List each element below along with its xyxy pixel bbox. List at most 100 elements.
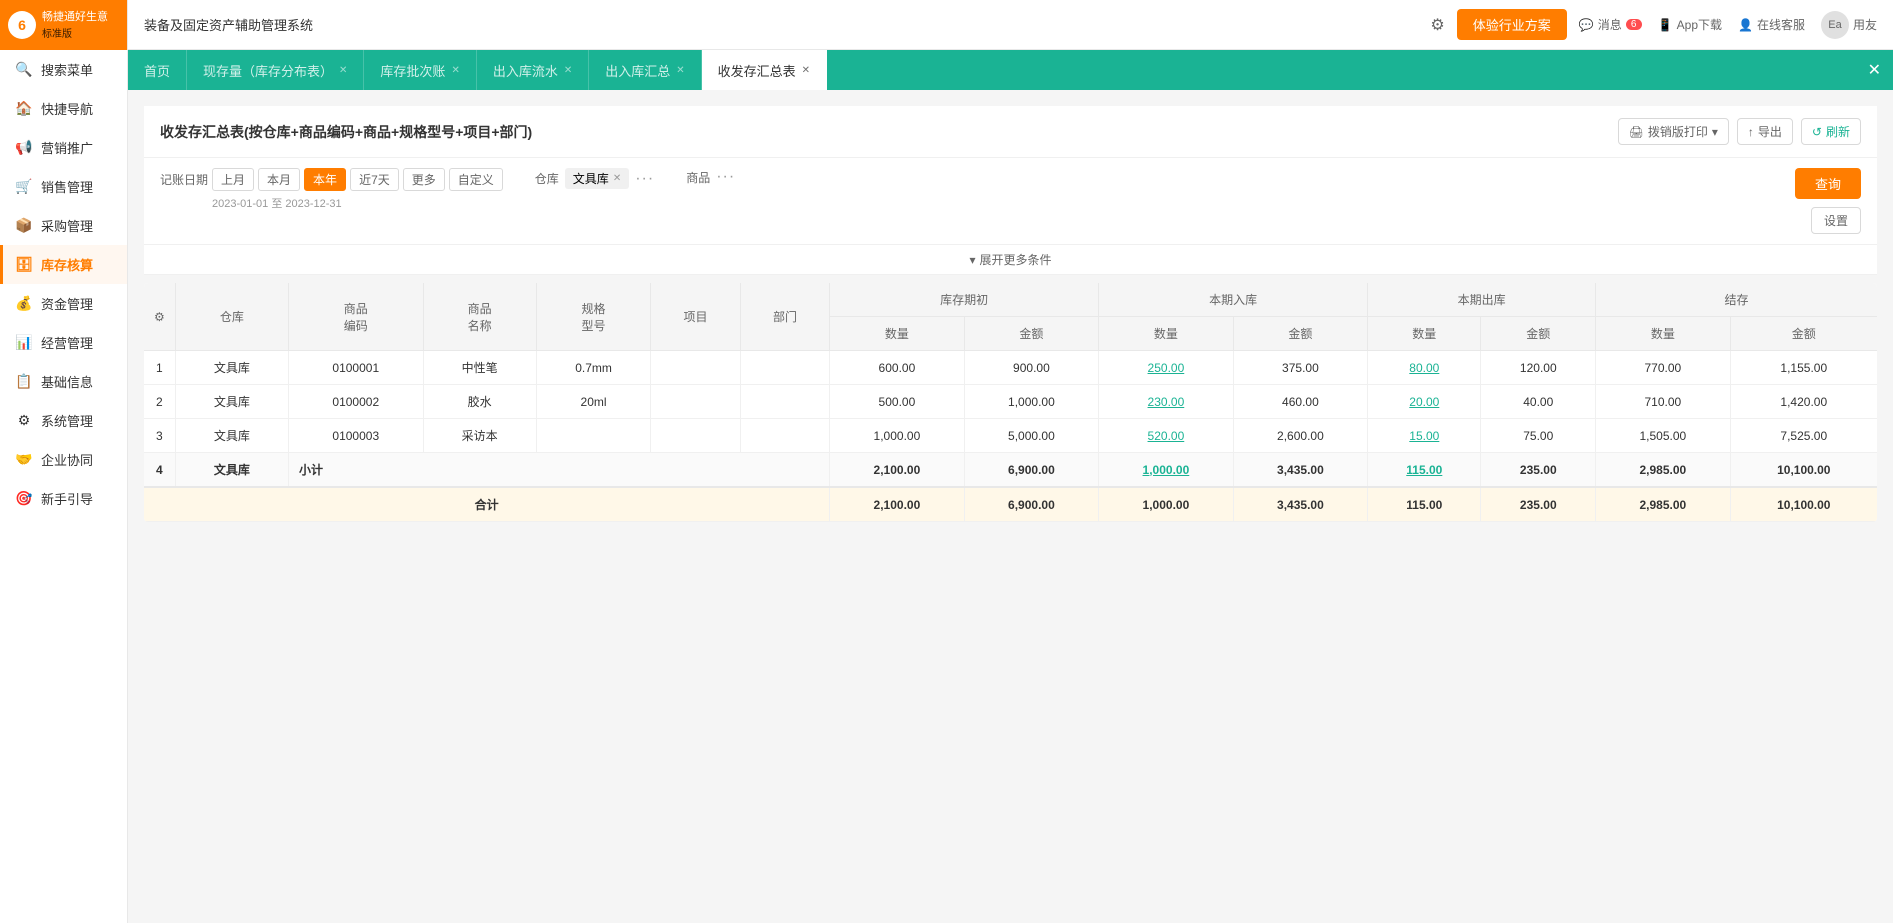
total-open-qty: 2,100.00 [830,487,965,522]
refresh-button[interactable]: ↺ 刷新 [1801,118,1861,145]
date-last-7[interactable]: 近7天 [350,168,399,191]
row-in-qty[interactable]: 250.00 [1099,351,1234,385]
set-button[interactable]: 设置 [1811,207,1861,234]
row-open-qty: 1,000.00 [830,419,965,453]
subtotal-row: 4 文具库 小计 2,100.00 6,900.00 1,000.00 3,43… [144,453,1877,488]
tab-stock-dist[interactable]: 现存量（库存分布表） ✕ [187,50,364,90]
row-goods-spec: 20ml [536,385,651,419]
warehouse-more[interactable]: ··· [635,170,654,188]
print-icon: 🖨 [1629,125,1644,139]
row-open-amt: 1,000.00 [964,385,1099,419]
sub-in-qty[interactable]: 1,000.00 [1099,453,1234,488]
sub-out-qty[interactable]: 115.00 [1368,453,1481,488]
warehouse-tag-remove[interactable]: ✕ [613,173,621,184]
date-more[interactable]: 更多 [403,168,445,191]
logo-sub: 标准版 [42,25,108,40]
tab-collect-send-close[interactable]: ✕ [802,65,810,76]
row-bal-amt: 7,525.00 [1730,419,1877,453]
sidebar-item-cooperation[interactable]: 🤝 企业协同 [0,440,127,479]
row-goods-name: 胶水 [423,385,536,419]
message-icon: 💬 [1579,18,1594,32]
sidebar-item-quick-nav[interactable]: 🏠 快捷导航 [0,89,127,128]
tab-batch-close[interactable]: ✕ [451,65,459,76]
row-out-qty[interactable]: 20.00 [1368,385,1481,419]
cooperation-icon: 🤝 [15,451,33,469]
col-goods-spec-header: 规格型号 [536,283,651,351]
phone-icon: 📱 [1658,18,1673,32]
row-goods-code: 0100003 [289,419,424,453]
col-settings-header[interactable]: ⚙ [144,283,175,351]
tab-in-out-sum[interactable]: 出入库汇总 ✕ [589,50,701,90]
tab-in-out-flow[interactable]: 出入库流水 ✕ [477,50,589,90]
date-this-year[interactable]: 本年 [304,168,346,191]
sidebar-item-sales[interactable]: 🛒 销售管理 [0,167,127,206]
marketing-icon: 📢 [15,139,33,157]
tab-collect-send[interactable]: 收发存汇总表 ✕ [702,50,827,90]
tab-in-out-sum-close[interactable]: ✕ [676,65,684,76]
row-out-amt: 75.00 [1481,419,1596,453]
sidebar-item-operations[interactable]: 📊 经营管理 [0,323,127,362]
row-out-qty[interactable]: 15.00 [1368,419,1481,453]
header-actions: 💬 消息 6 📱 App下载 👤 在线客服 Ea 用友 [1579,11,1877,39]
warehouse-filter: 仓库 文具库 ✕ ··· [535,168,654,189]
system-icon: ⚙ [15,412,33,430]
sidebar-item-label: 基础信息 [41,372,93,391]
goods-label: 商品 [686,169,710,186]
user-label: 用友 [1853,16,1877,33]
row-goods-name: 采访本 [423,419,536,453]
table-row: 3 文具库 0100003 采访本 1,000.00 5,000.00 520.… [144,419,1877,453]
row-dept [740,385,829,419]
messages-button[interactable]: 💬 消息 6 [1579,16,1642,33]
sidebar-item-marketing[interactable]: 📢 营销推广 [0,128,127,167]
tab-batch-label: 库存批次账 [380,61,445,80]
print-button[interactable]: 🖨 拨销版打印 ▾ [1618,118,1729,145]
sidebar-item-label: 采购管理 [41,216,93,235]
chevron-down-icon: ▾ [969,253,975,267]
total-open-amt: 6,900.00 [964,487,1099,522]
export-button[interactable]: ↑ 导出 [1737,118,1793,145]
goods-more[interactable]: ··· [716,168,735,186]
sidebar-item-purchase[interactable]: 📦 采购管理 [0,206,127,245]
date-custom[interactable]: 自定义 [449,168,503,191]
user-menu-button[interactable]: Ea 用友 [1821,11,1877,39]
tab-stock-dist-label: 现存量（库存分布表） [203,61,333,80]
row-out-qty[interactable]: 80.00 [1368,351,1481,385]
date-this-month[interactable]: 本月 [258,168,300,191]
sidebar-item-search[interactable]: 🔍 搜索菜单 [0,50,127,89]
row-bal-qty: 1,505.00 [1596,419,1731,453]
expand-button[interactable]: ▾ 展开更多条件 [969,251,1051,268]
query-button[interactable]: 查询 [1795,168,1861,199]
page-header-actions: 🖨 拨销版打印 ▾ ↑ 导出 ↺ 刷新 [1618,118,1861,145]
purchase-icon: 📦 [15,217,33,235]
expand-label: 展开更多条件 [980,251,1052,268]
row-goods-name: 中性笔 [423,351,536,385]
logo-icon: 6 [8,11,36,39]
row-in-qty[interactable]: 230.00 [1099,385,1234,419]
row-warehouse: 文具库 [175,419,288,453]
row-bal-qty: 770.00 [1596,351,1731,385]
tab-batch[interactable]: 库存批次账 ✕ [364,50,476,90]
app-download-button[interactable]: 📱 App下载 [1658,16,1722,33]
total-bal-qty: 2,985.00 [1596,487,1731,522]
sidebar-item-finance[interactable]: 💰 资金管理 [0,284,127,323]
sidebar-item-basic-info[interactable]: 📋 基础信息 [0,362,127,401]
tab-home[interactable]: 首页 [128,50,187,90]
sidebar-item-label: 搜索菜单 [41,60,93,79]
service-icon: 👤 [1738,18,1753,32]
tab-in-out-flow-close[interactable]: ✕ [564,65,572,76]
row-dept [740,351,829,385]
date-last-month[interactable]: 上月 [212,168,254,191]
sidebar-item-inventory[interactable]: 🗄 库存核算 [0,245,127,284]
sub-open-amt: 6,900.00 [964,453,1099,488]
row-bal-amt: 1,155.00 [1730,351,1877,385]
config-button[interactable]: ⚙ [1430,15,1444,35]
online-service-button[interactable]: 👤 在线客服 [1738,16,1805,33]
sidebar-item-system[interactable]: ⚙ 系统管理 [0,401,127,440]
tab-stock-dist-close[interactable]: ✕ [339,65,347,76]
row-in-qty[interactable]: 520.00 [1099,419,1234,453]
page-header: 收发存汇总表(按仓库+商品编码+商品+规格型号+项目+部门) 🖨 拨销版打印 ▾… [144,106,1877,158]
tab-home-label: 首页 [144,61,170,80]
try-industry-button[interactable]: 体验行业方案 [1457,9,1567,40]
tab-bar-close[interactable]: ✕ [1856,60,1893,80]
sidebar-item-guide[interactable]: 🎯 新手引导 [0,479,127,518]
